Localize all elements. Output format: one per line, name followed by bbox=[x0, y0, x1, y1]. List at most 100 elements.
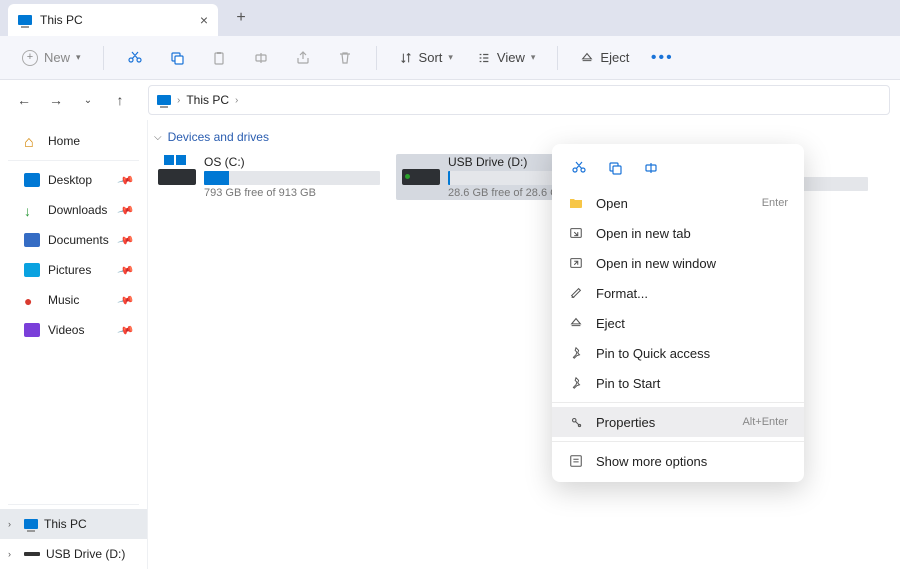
prop-icon bbox=[568, 415, 584, 429]
pin-icon: 📌 bbox=[117, 261, 135, 279]
cut-icon[interactable] bbox=[118, 43, 152, 73]
tab-bar: This PC × + bbox=[0, 0, 900, 36]
sidebar-item-downloads[interactable]: Downloads 📌 bbox=[0, 195, 147, 225]
drive-name: OS (C:) bbox=[204, 155, 380, 169]
sidebar: Home Desktop 📌 Downloads 📌 Documents 📌 P… bbox=[0, 120, 148, 569]
context-menu: OpenEnter Open in new tab Open in new wind… bbox=[552, 144, 804, 482]
documents-icon bbox=[24, 233, 40, 247]
divider bbox=[552, 402, 804, 403]
context-menu-label: Open bbox=[596, 196, 628, 211]
context-menu-item-open-in-new-window[interactable]: Open in new window bbox=[552, 248, 804, 278]
eject-button[interactable]: Eject bbox=[572, 46, 637, 69]
sidebar-home[interactable]: Home bbox=[0, 126, 147, 156]
context-menu-label: Open in new tab bbox=[596, 226, 691, 241]
sidebar-label: Music bbox=[48, 293, 79, 307]
view-icon bbox=[477, 51, 491, 65]
pin-icon: 📌 bbox=[117, 201, 135, 219]
newtab-icon bbox=[568, 226, 584, 240]
sort-label: Sort bbox=[419, 50, 443, 65]
sidebar-label: Videos bbox=[48, 323, 84, 337]
context-menu-topbar bbox=[552, 150, 804, 188]
context-menu-label: Show more options bbox=[596, 454, 707, 469]
sort-icon bbox=[399, 51, 413, 65]
context-menu-item-pin-to-quick-access[interactable]: Pin to Quick access bbox=[552, 338, 804, 368]
drive-body: OS (C:) 793 GB free of 913 GB bbox=[204, 155, 380, 199]
chevron-right-icon: › bbox=[177, 95, 180, 106]
sidebar-label: Documents bbox=[48, 233, 109, 247]
folder-icon bbox=[568, 195, 584, 211]
context-menu-item-open[interactable]: OpenEnter bbox=[552, 188, 804, 218]
nav-row: ← → ⌄ ↑ › This PC › bbox=[0, 80, 900, 120]
sort-button[interactable]: Sort ▾ bbox=[391, 46, 461, 69]
rename-icon[interactable] bbox=[636, 154, 666, 182]
more-button[interactable]: ••• bbox=[645, 43, 679, 73]
rename-icon[interactable] bbox=[244, 43, 278, 73]
sidebar-tree: › This PC › USB Drive (D:) bbox=[0, 500, 147, 569]
format-icon bbox=[568, 286, 584, 300]
sidebar-item-desktop[interactable]: Desktop 📌 bbox=[0, 165, 147, 195]
sidebar-item-music[interactable]: Music 📌 bbox=[0, 285, 147, 315]
tab-this-pc[interactable]: This PC × bbox=[8, 4, 218, 36]
tree-item-usb-drive[interactable]: › USB Drive (D:) bbox=[0, 539, 147, 569]
new-tab-button[interactable]: + bbox=[224, 4, 258, 32]
chevron-right-icon: › bbox=[8, 549, 18, 559]
up-button[interactable]: ↑ bbox=[106, 85, 134, 115]
chevron-down-icon: ▾ bbox=[76, 52, 81, 63]
desktop-icon bbox=[24, 173, 40, 187]
divider bbox=[557, 46, 558, 70]
videos-icon bbox=[24, 323, 40, 337]
chevron-down-icon: ▾ bbox=[531, 52, 536, 63]
close-icon[interactable]: × bbox=[200, 12, 208, 28]
drive-os-c[interactable]: OS (C:) 793 GB free of 913 GB bbox=[152, 154, 386, 200]
sidebar-label: Home bbox=[48, 134, 80, 148]
paste-icon[interactable] bbox=[202, 43, 236, 73]
sidebar-item-videos[interactable]: Videos 📌 bbox=[0, 315, 147, 345]
pin-icon bbox=[568, 346, 584, 360]
copy-icon[interactable] bbox=[160, 43, 194, 73]
dots-icon: ••• bbox=[651, 49, 674, 67]
pin-icon: 📌 bbox=[117, 321, 135, 339]
eject-icon bbox=[580, 51, 594, 65]
body: Home Desktop 📌 Downloads 📌 Documents 📌 P… bbox=[0, 120, 900, 569]
chevron-down-icon: ⌵ bbox=[154, 132, 162, 143]
context-menu-item-pin-to-start[interactable]: Pin to Start bbox=[552, 368, 804, 398]
copy-icon[interactable] bbox=[600, 154, 630, 182]
sidebar-item-documents[interactable]: Documents 📌 bbox=[0, 225, 147, 255]
context-menu-item-format[interactable]: Format... bbox=[552, 278, 804, 308]
sidebar-item-pictures[interactable]: Pictures 📌 bbox=[0, 255, 147, 285]
drive-space-text: 793 GB free of 913 GB bbox=[204, 187, 380, 199]
section-title: Devices and drives bbox=[168, 130, 269, 144]
view-label: View bbox=[497, 50, 525, 65]
context-menu-item-show-more-options[interactable]: Show more options bbox=[552, 446, 804, 476]
breadcrumb-location: This PC bbox=[186, 93, 229, 107]
context-menu-item-eject[interactable]: Eject bbox=[552, 308, 804, 338]
cut-icon[interactable] bbox=[564, 154, 594, 182]
context-menu-item-open-in-new-tab[interactable]: Open in new tab bbox=[552, 218, 804, 248]
drive-icon bbox=[158, 169, 196, 185]
delete-icon[interactable] bbox=[328, 43, 362, 73]
view-button[interactable]: View ▾ bbox=[469, 46, 543, 69]
home-icon bbox=[24, 134, 40, 148]
new-button[interactable]: + New ▾ bbox=[14, 46, 89, 70]
monitor-icon bbox=[18, 15, 32, 25]
divider bbox=[8, 504, 139, 505]
context-menu-item-properties[interactable]: PropertiesAlt+Enter bbox=[552, 407, 804, 437]
address-bar[interactable]: › This PC › bbox=[148, 85, 890, 115]
divider bbox=[103, 46, 104, 70]
pictures-icon bbox=[24, 263, 40, 277]
plus-circle-icon: + bbox=[22, 50, 38, 66]
back-button[interactable]: ← bbox=[10, 85, 38, 115]
newwin-icon bbox=[568, 256, 584, 270]
drive-icon bbox=[24, 552, 40, 556]
tree-item-this-pc[interactable]: › This PC bbox=[0, 509, 147, 539]
music-icon bbox=[24, 293, 40, 307]
share-icon[interactable] bbox=[286, 43, 320, 73]
recent-button[interactable]: ⌄ bbox=[74, 85, 102, 115]
pin-icon: 📌 bbox=[117, 171, 135, 189]
forward-button[interactable]: → bbox=[42, 85, 70, 115]
divider bbox=[376, 46, 377, 70]
toolbar: + New ▾ Sort ▾ View ▾ Eject ••• bbox=[0, 36, 900, 80]
pin-icon: 📌 bbox=[117, 231, 135, 249]
monitor-icon bbox=[24, 519, 38, 529]
eject-icon bbox=[568, 316, 584, 330]
